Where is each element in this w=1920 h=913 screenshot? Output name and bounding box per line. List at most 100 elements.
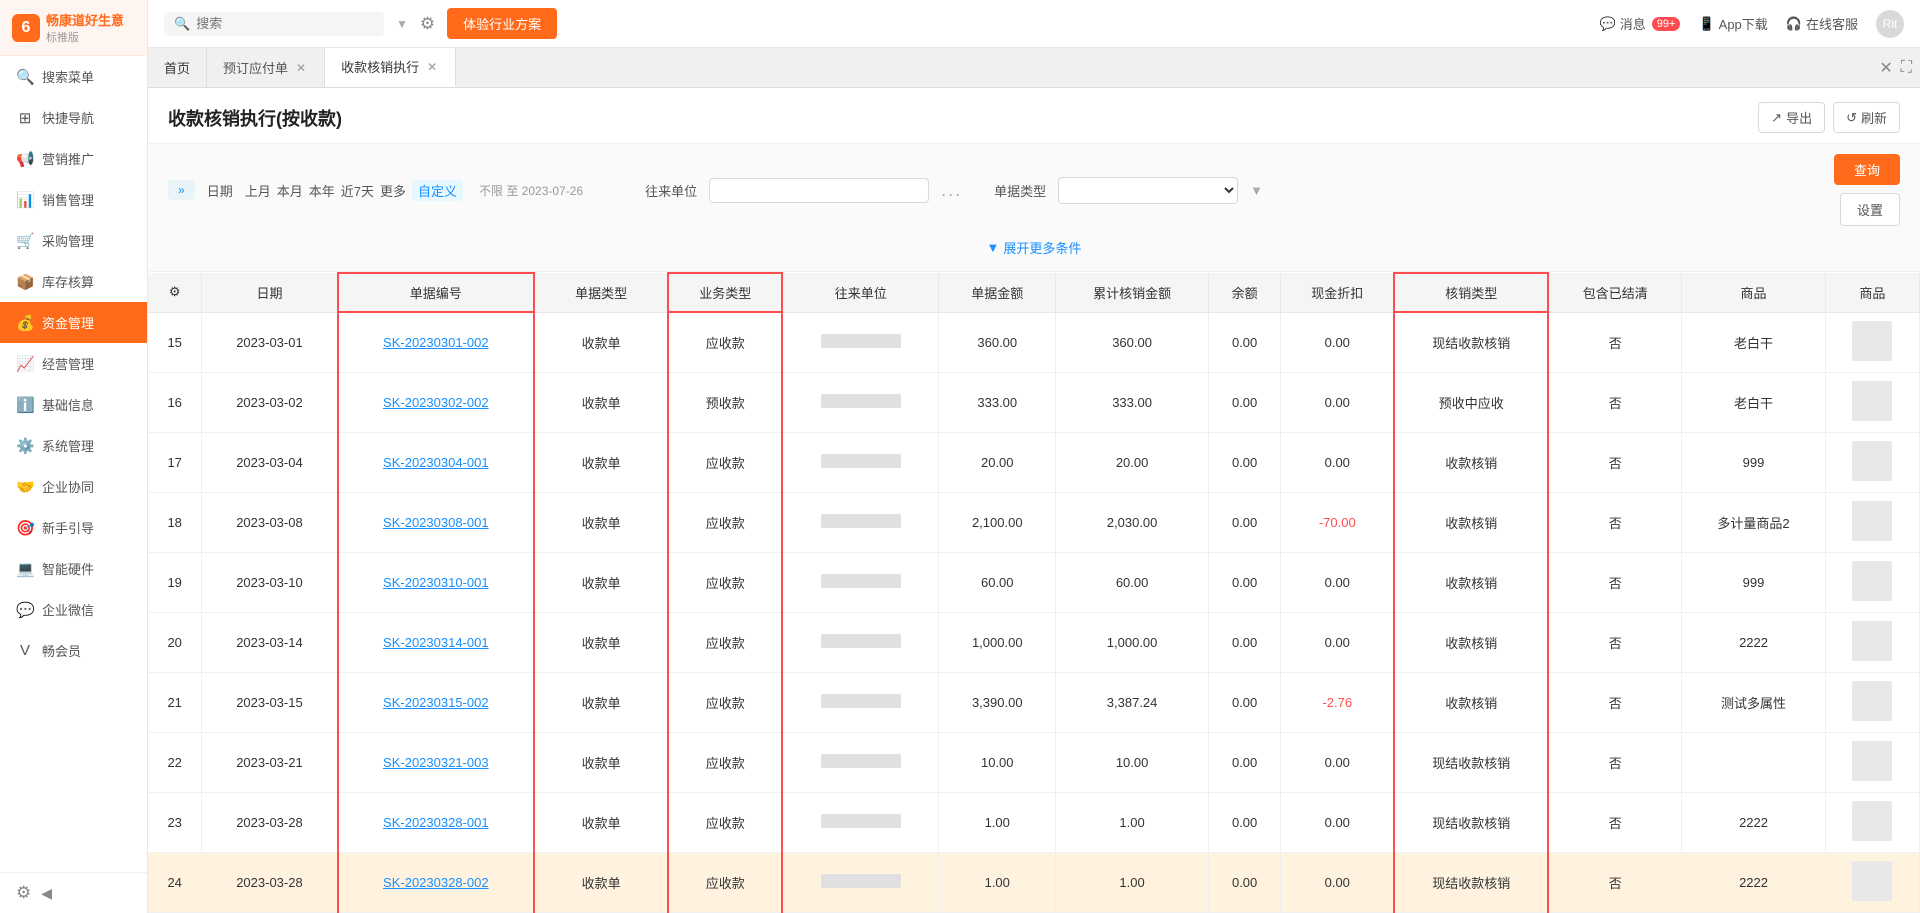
sidebar-item-operations[interactable]: 📈经营管理 <box>0 343 147 384</box>
query-button[interactable]: 查询 <box>1834 154 1900 185</box>
close-tab-icon[interactable]: ✕ <box>1879 58 1892 78</box>
bill-no-link[interactable]: SK-20230328-001 <box>383 815 489 830</box>
tab-home[interactable]: 首页 <box>148 48 207 87</box>
cell-bill-type: 收款单 <box>534 852 668 912</box>
cell-date: 2023-03-28 <box>202 792 338 852</box>
cell-product2 <box>1825 792 1919 852</box>
table-row: 20 2023-03-14 SK-20230314-001 收款单 应收款 1,… <box>148 612 1920 672</box>
sidebar-label-quick-nav: 快捷导航 <box>42 108 94 127</box>
cell-writeoff-type: 收款核销 <box>1394 612 1548 672</box>
cell-balance: 0.00 <box>1208 312 1280 372</box>
cell-bill-type: 收款单 <box>534 732 668 792</box>
cell-bill-no: SK-20230301-002 <box>338 312 535 372</box>
tab-payable[interactable]: 预订应付单 ✕ <box>207 48 325 87</box>
cell-biz-type: 应收款 <box>668 432 782 492</box>
sidebar-item-basic[interactable]: ℹ️基础信息 <box>0 384 147 425</box>
sidebar-item-marketing[interactable]: 📢营销推广 <box>0 138 147 179</box>
cell-amount: 60.00 <box>939 552 1056 612</box>
bill-no-link[interactable]: SK-20230321-003 <box>383 755 489 770</box>
sidebar-item-search[interactable]: 🔍搜索菜单 <box>0 56 147 97</box>
cell-product1: 999 <box>1682 432 1826 492</box>
bill-no-link[interactable]: SK-20230304-001 <box>383 455 489 470</box>
bill-no-link[interactable]: SK-20230302-002 <box>383 395 489 410</box>
app-download-button[interactable]: 📱 App下载 <box>1698 14 1767 33</box>
bill-no-link[interactable]: SK-20230310-001 <box>383 575 489 590</box>
cell-date: 2023-03-21 <box>202 732 338 792</box>
expand-conditions-button[interactable]: ▼ 展开更多条件 <box>987 238 1082 257</box>
sidebar-item-finance[interactable]: 💰资金管理 <box>0 302 147 343</box>
bill-no-link[interactable]: SK-20230314-001 <box>383 635 489 650</box>
bill-no-link[interactable]: SK-20230301-002 <box>383 335 489 350</box>
cell-bill-type: 收款单 <box>534 372 668 432</box>
search-wrap: 🔍 <box>164 12 384 36</box>
sidebar-label-enterprise: 企业协同 <box>42 477 94 496</box>
online-service-button[interactable]: 🎧 在线客服 <box>1786 14 1858 33</box>
sidebar-menu: 🔍搜索菜单⊞快捷导航📢营销推广📊销售管理🛒采购管理📦库存核算💰资金管理📈经营管理… <box>0 56 147 872</box>
sidebar-label-inventory: 库存核算 <box>42 272 94 291</box>
sidebar-item-sales[interactable]: 📊销售管理 <box>0 179 147 220</box>
export-button[interactable]: ↗ 导出 <box>1758 102 1825 133</box>
solution-button[interactable]: 体验行业方案 <box>447 8 557 39</box>
refresh-button[interactable]: ↺ 刷新 <box>1833 102 1900 133</box>
sidebar-item-wechat[interactable]: 💬企业微信 <box>0 589 147 630</box>
cell-discount: 0.00 <box>1281 552 1394 612</box>
more-options-icon[interactable]: ... <box>941 180 962 201</box>
cell-discount: -2.76 <box>1281 672 1394 732</box>
date-7days[interactable]: 近7天 <box>341 181 374 200</box>
sidebar-item-hardware[interactable]: 💻智能硬件 <box>0 548 147 589</box>
bill-no-link[interactable]: SK-20230328-002 <box>383 875 489 890</box>
settings-icon[interactable]: ⚙ <box>16 883 31 903</box>
th-writeoff-type: 核销类型 <box>1394 273 1548 312</box>
date-more[interactable]: 更多 <box>380 181 406 200</box>
collapse-sidebar-icon[interactable]: ◀ <box>41 885 52 902</box>
sidebar-item-purchase[interactable]: 🛒采购管理 <box>0 220 147 261</box>
date-last-month[interactable]: 上月 <box>245 181 271 200</box>
bill-no-link[interactable]: SK-20230315-002 <box>383 695 489 710</box>
cell-biz-type: 应收款 <box>668 852 782 912</box>
avatar[interactable]: Rit <box>1876 10 1904 38</box>
partner-input[interactable] <box>709 178 929 203</box>
gear-icon[interactable]: ⚙ <box>420 14 435 34</box>
sidebar-item-member[interactable]: V畅会员 <box>0 630 147 671</box>
bill-type-select[interactable] <box>1058 177 1238 204</box>
cell-balance: 0.00 <box>1208 852 1280 912</box>
cell-writeoff-type: 预收中应收 <box>1394 372 1548 432</box>
cell-balance: 0.00 <box>1208 612 1280 672</box>
cell-balance: 0.00 <box>1208 552 1280 612</box>
tab-writeoff[interactable]: 收款核销执行 ✕ <box>325 48 456 87</box>
table-row: 15 2023-03-01 SK-20230301-002 收款单 应收款 36… <box>148 312 1920 372</box>
cell-bill-type: 收款单 <box>534 492 668 552</box>
sidebar-item-inventory[interactable]: 📦库存核算 <box>0 261 147 302</box>
sidebar-item-enterprise[interactable]: 🤝企业协同 <box>0 466 147 507</box>
date-this-month[interactable]: 本月 <box>277 181 303 200</box>
cell-included: 否 <box>1548 552 1681 612</box>
dropdown-arrow-icon[interactable]: ▼ <box>396 17 408 31</box>
cell-included: 否 <box>1548 432 1681 492</box>
sidebar-item-guide[interactable]: 🎯新手引导 <box>0 507 147 548</box>
cell-amount: 1,000.00 <box>939 612 1056 672</box>
cell-product2 <box>1825 552 1919 612</box>
cell-included: 否 <box>1548 852 1681 912</box>
sidebar-label-purchase: 采购管理 <box>42 231 94 250</box>
date-this-year[interactable]: 本年 <box>309 181 335 200</box>
close-payable-tab-icon[interactable]: ✕ <box>294 59 308 77</box>
sidebar-icon-member: V <box>16 642 34 659</box>
cell-biz-type: 应收款 <box>668 612 782 672</box>
sidebar-item-system[interactable]: ⚙️系统管理 <box>0 425 147 466</box>
search-input[interactable] <box>196 16 336 31</box>
setting-button[interactable]: 设置 <box>1840 193 1900 226</box>
messages-button[interactable]: 💬 消息 99+ <box>1600 14 1681 33</box>
date-custom[interactable]: 自定义 <box>412 180 463 201</box>
filter-expand-button[interactable]: » <box>168 180 195 200</box>
sidebar-item-quick-nav[interactable]: ⊞快捷导航 <box>0 97 147 138</box>
cell-bill-type: 收款单 <box>534 432 668 492</box>
cell-discount: 0.00 <box>1281 612 1394 672</box>
th-settings[interactable]: ⚙ <box>148 273 202 312</box>
expand-tab-icon[interactable]: ⛶ <box>1901 59 1912 77</box>
bill-no-link[interactable]: SK-20230308-001 <box>383 515 489 530</box>
filter-bar: » 日期 上月 本月 本年 近7天 更多 自定义 不限 至 2023-07-26… <box>148 144 1920 272</box>
select-chevron-icon: ▼ <box>1250 183 1263 198</box>
close-writeoff-tab-icon[interactable]: ✕ <box>425 58 439 76</box>
cell-bill-no: SK-20230314-001 <box>338 612 535 672</box>
sidebar-icon-operations: 📈 <box>16 355 34 373</box>
